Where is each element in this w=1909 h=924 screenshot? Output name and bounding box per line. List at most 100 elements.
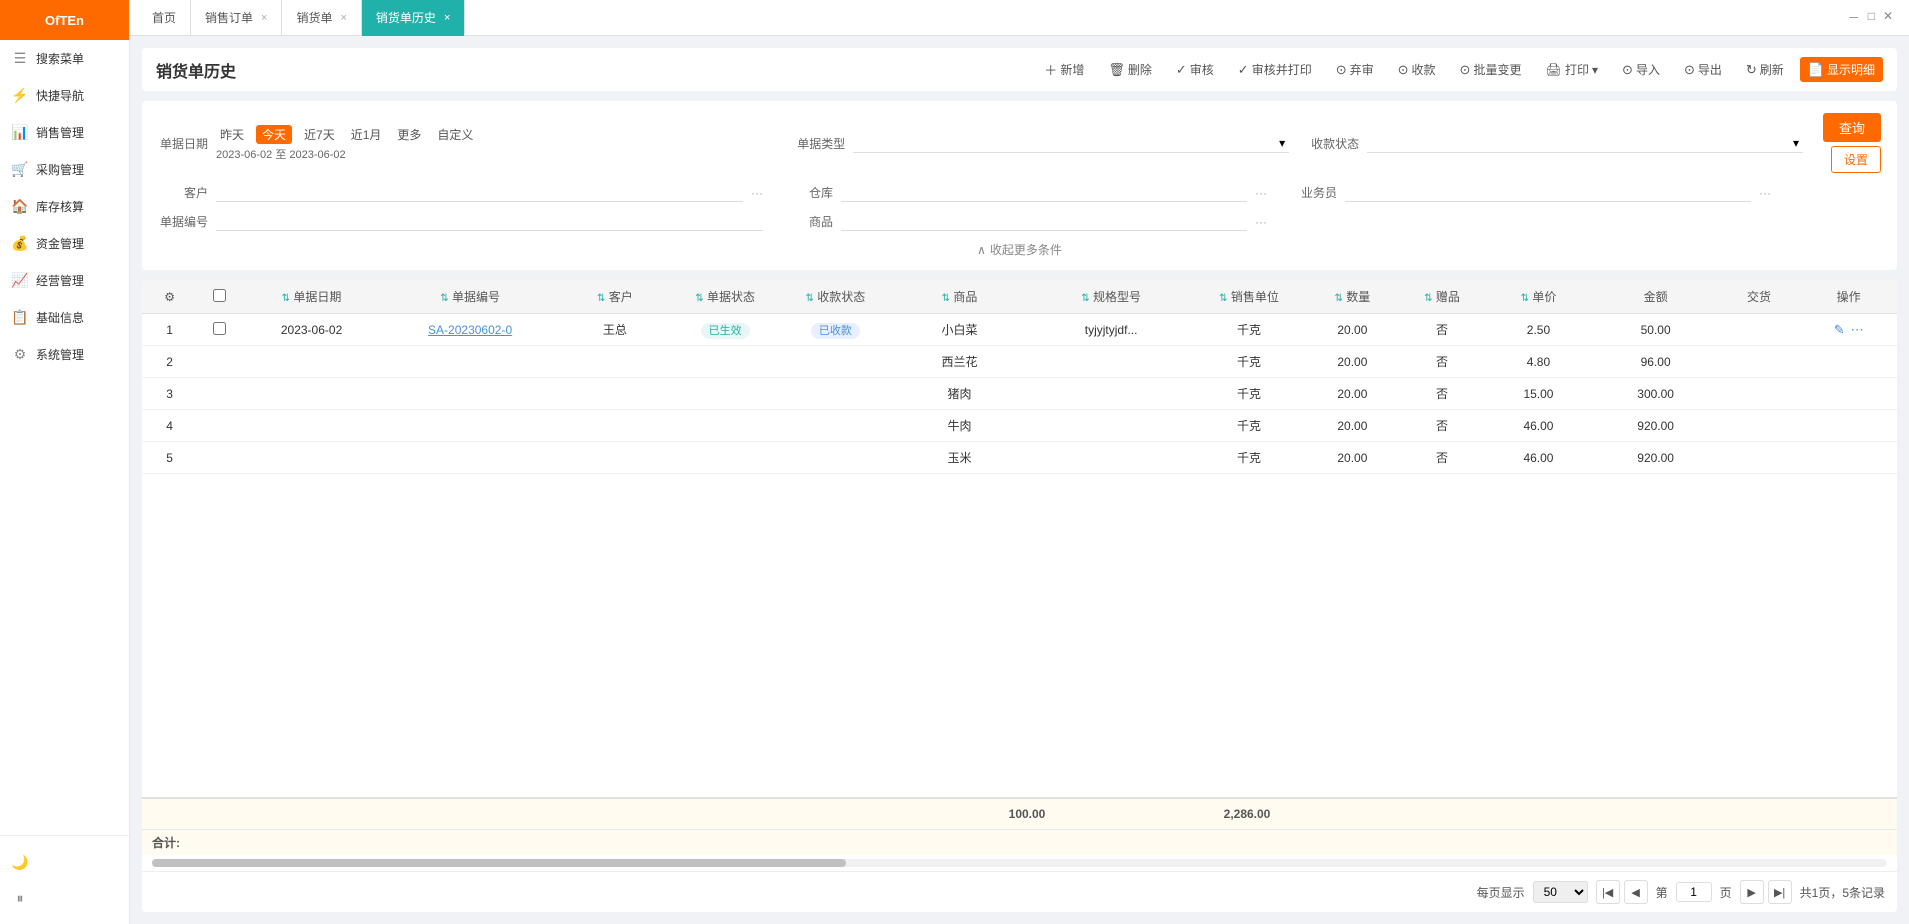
cell-cb[interactable] [197,314,242,346]
th-qty[interactable]: ⇅ 数量 [1304,280,1401,314]
doc-type-select[interactable]: ▾ [853,134,1289,153]
cell-cb[interactable] [197,410,242,442]
ops-mgmt-icon: 📈 [12,273,28,289]
tab-sales-order-close[interactable]: × [261,12,267,24]
th-goods[interactable]: ⇅ 商品 [891,280,1029,314]
salesperson-input[interactable] [1345,183,1751,202]
show-detail-button[interactable]: 📄 显示明细 [1800,57,1883,82]
th-doc-status[interactable]: ⇅ 单据状态 [670,280,780,314]
horizontal-scrollbar[interactable] [152,859,1887,867]
tab-sales-goods-close[interactable]: × [340,12,346,24]
page-input[interactable] [1676,882,1712,902]
warehouse-dots[interactable]: ··· [1255,186,1267,200]
tab-sales-goods[interactable]: 销货单 × [282,0,361,36]
abandon-icon: ⊙ [1336,62,1347,78]
filter-goods: 商品 ··· [783,212,1267,231]
audit-button[interactable]: ✓ 审核 [1168,57,1222,82]
date-tab-more[interactable]: 更多 [393,125,425,144]
salesperson-dots[interactable]: ··· [1759,186,1771,200]
th-price[interactable]: ⇅ 单价 [1483,280,1593,314]
sidebar-item-stock-calc[interactable]: 🏠 库存核算 [0,188,129,225]
new-button[interactable]: ＋ 新增 [1036,56,1092,83]
tab-home[interactable]: 首页 [138,0,191,36]
sidebar-item-basic-info[interactable]: 📋 基础信息 [0,299,129,336]
plus-icon: ＋ [1044,60,1057,79]
export-button[interactable]: ⊙ 导出 [1676,57,1730,82]
audit-print-button[interactable]: ✓ 审核并打印 [1230,57,1320,82]
th-no[interactable]: ⇅ 单据编号 [380,280,559,314]
warehouse-input[interactable] [841,183,1247,202]
sidebar-item-ops-mgmt[interactable]: 📈 经营管理 [0,262,129,299]
refresh-button[interactable]: ↻ 刷新 [1738,57,1792,82]
sidebar-item-finance-mgmt[interactable]: 💰 资金管理 [0,225,129,262]
th-date[interactable]: ⇅ 单据日期 [243,280,381,314]
customer-dots[interactable]: ··· [751,186,763,200]
th-customer[interactable]: ⇅ 客户 [560,280,670,314]
row-checkbox[interactable] [213,322,226,335]
last-page-btn[interactable]: ▶| [1768,880,1792,904]
select-all-checkbox[interactable] [213,289,226,302]
edit-icon[interactable]: ✎ [1834,322,1845,338]
tab-sales-order[interactable]: 销售订单 × [191,0,282,36]
sidebar-item-purchase-mgmt[interactable]: 🛒 采购管理 [0,151,129,188]
th-settings[interactable]: ⚙ [142,280,197,314]
cell-amount: 50.00 [1594,314,1718,346]
print-button[interactable]: 🖨 打印 ▾ [1537,57,1606,82]
collect-status-select[interactable]: ▾ [1367,134,1803,153]
minimize-btn[interactable]: － [1848,9,1860,26]
goods-dots[interactable]: ··· [1255,215,1267,229]
prev-page-btn[interactable]: ◀ [1624,880,1648,904]
sidebar-item-quick-nav[interactable]: ⚡ 快捷导航 [0,77,129,114]
tab-sales-history[interactable]: 销货单历史 × [362,0,465,36]
collect-button[interactable]: ⊙ 收款 [1390,57,1444,82]
doc-no-link[interactable]: SA-20230602-0 [428,323,512,337]
cell-cb[interactable] [197,378,242,410]
import-button[interactable]: ⊙ 导入 [1614,57,1668,82]
cell-cb[interactable] [197,442,242,474]
cell-date: 2023-06-02 [243,314,381,346]
th-trade[interactable]: 交货 [1718,280,1801,314]
cell-trade [1718,314,1801,346]
maximize-btn[interactable]: □ [1868,9,1875,26]
date-tab-today[interactable]: 今天 [256,125,292,144]
date-tab-yesterday[interactable]: 昨天 [216,125,248,144]
sidebar-bottom-item2[interactable]: ⏸ [0,880,129,916]
batch-change-button[interactable]: ⊙ 批量变更 [1452,57,1530,82]
filter-section: 单据日期 昨天 今天 近7天 近1月 更多 自定义 2023-06-02 至 2… [142,101,1897,270]
delete-button[interactable]: 🗑 删除 [1100,57,1160,82]
sys-mgmt-icon: ⚙ [12,347,28,363]
th-pay-status[interactable]: ⇅ 收款状态 [780,280,890,314]
query-button[interactable]: 查询 [1823,113,1881,142]
th-gift[interactable]: ⇅ 赠品 [1401,280,1484,314]
cell-unit: 千克 [1194,442,1304,474]
sidebar-bottom-item1[interactable]: 🌙 [0,844,129,880]
per-page-select[interactable]: 50 100 200 [1533,881,1588,903]
th-unit[interactable]: ⇅ 销售单位 [1194,280,1304,314]
date-tab-7days[interactable]: 近7天 [300,125,339,144]
goods-input[interactable] [841,212,1247,231]
table-container[interactable]: ⚙ ⇅ 单据日期 ⇅ 单据编号 ⇅ 客户 ⇅ 单据状态 ⇅ 收款状态 ⇅ 商品 … [142,280,1897,797]
date-tab-custom[interactable]: 自定义 [433,125,477,144]
tab-sales-history-close[interactable]: × [444,12,450,24]
cell-cb[interactable] [197,346,242,378]
customer-input[interactable] [216,183,743,202]
abandon-button[interactable]: ⊙ 弃审 [1328,57,1382,82]
audit-icon: ✓ [1176,62,1187,78]
close-btn[interactable]: ✕ [1883,9,1893,26]
sidebar-item-sales-mgmt[interactable]: 📊 销售管理 [0,114,129,151]
first-page-btn[interactable]: |◀ [1596,880,1620,904]
sidebar-item-sys-mgmt[interactable]: ⚙ 系统管理 [0,336,129,373]
collapse-button[interactable]: ∧ 收起更多条件 [977,241,1062,258]
settings-button[interactable]: 设置 [1831,146,1881,173]
th-amount[interactable]: 金额 [1594,280,1718,314]
cell-trade [1718,378,1801,410]
total-info: 共1页，5条记录 [1800,884,1885,901]
th-spec[interactable]: ⇅ 规格型号 [1028,280,1193,314]
sidebar-item-search-menu[interactable]: ☰ 搜索菜单 [0,40,129,77]
more-icon[interactable]: ⋯ [1851,322,1864,338]
tab-home-label: 首页 [152,9,176,26]
date-tab-1month[interactable]: 近1月 [347,125,386,144]
next-page-btn[interactable]: ▶ [1740,880,1764,904]
th-checkbox[interactable] [197,280,242,314]
doc-no-input[interactable] [216,212,763,231]
